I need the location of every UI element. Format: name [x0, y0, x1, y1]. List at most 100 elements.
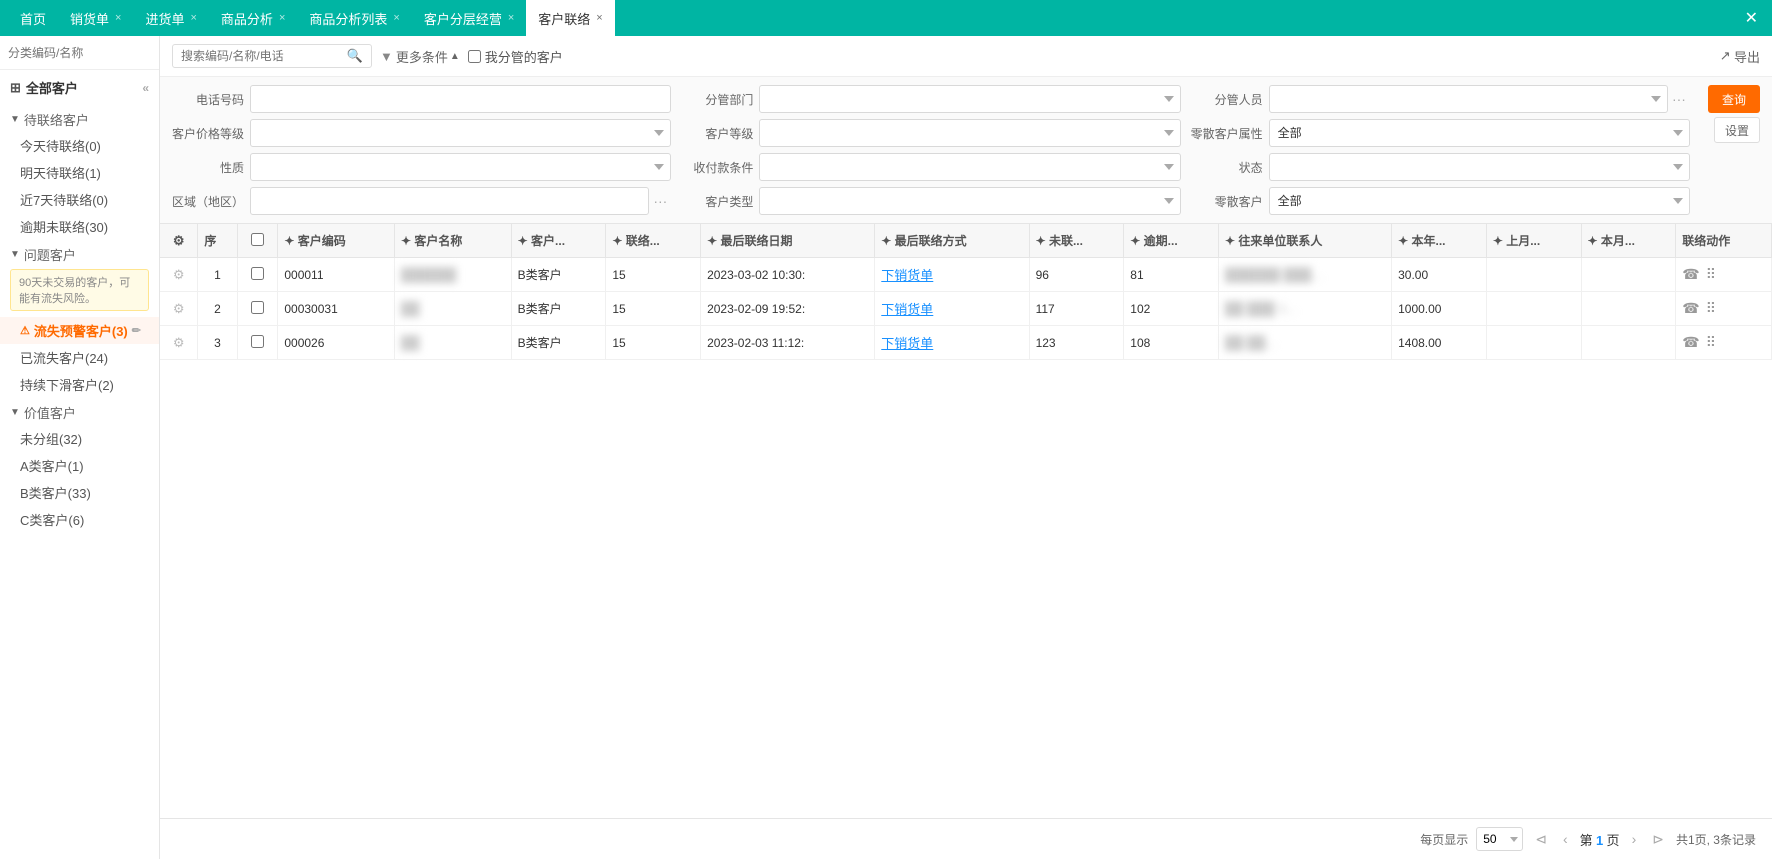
group-arrow-icon: ▼ [10, 249, 20, 260]
row-gear[interactable]: ⚙ [160, 292, 198, 326]
filter-nature: 性质 [172, 153, 671, 181]
close-tab-icon[interactable]: × [190, 12, 196, 24]
scatter-customer-select[interactable]: 全部 [1269, 187, 1690, 215]
my-customer-checkbox[interactable] [468, 50, 481, 63]
nature-select[interactable] [250, 153, 671, 181]
close-all-button[interactable]: ✕ [1739, 8, 1764, 28]
person-select[interactable] [1269, 85, 1668, 113]
row-gear[interactable]: ⚙ [160, 258, 198, 292]
close-tab-icon[interactable]: × [508, 12, 514, 24]
sidebar-item-2-0[interactable]: 未分组(32) [0, 425, 159, 452]
row-checkbox[interactable] [251, 267, 264, 280]
cell-last-method[interactable]: 下销货单 [875, 326, 1029, 360]
sidebar-item-2-3[interactable]: C类客户(6) [0, 506, 159, 533]
page-last-button[interactable]: ⊳ [1648, 829, 1668, 850]
person-dots-icon[interactable]: ··· [1668, 91, 1690, 107]
row-gear-icon[interactable]: ⚙ [173, 267, 185, 282]
nav-tab-商品分析列表[interactable]: 商品分析列表× [297, 0, 411, 36]
query-button[interactable]: 查询 [1708, 85, 1760, 113]
dept-select[interactable] [759, 85, 1180, 113]
status-label: 状态 [1191, 159, 1263, 176]
close-tab-icon[interactable]: × [596, 12, 602, 24]
region-input[interactable] [250, 187, 649, 215]
nav-tab-商品分析[interactable]: 商品分析× [209, 0, 297, 36]
nav-tab-首页[interactable]: 首页 [8, 0, 58, 36]
sidebar-item-2-1[interactable]: A类客户(1) [0, 452, 159, 479]
action-icons-group: ☎ ⠿ [1682, 334, 1765, 351]
phone-action-icon[interactable]: ☎ [1682, 300, 1699, 317]
sidebar-group-0[interactable]: ▼待联络客户 [0, 105, 159, 132]
row-gear[interactable]: ⚙ [160, 326, 198, 360]
gear-icon[interactable]: ⚙ [173, 233, 185, 248]
page-prev-button[interactable]: ‹ [1559, 829, 1572, 849]
filter-phone: 电话号码 [172, 85, 671, 113]
more-action-icon[interactable]: ⠿ [1706, 300, 1716, 317]
per-page-select[interactable]: 50100200 [1476, 827, 1523, 851]
group-arrow-icon: ▼ [10, 114, 20, 125]
nav-tab-客户联络[interactable]: 客户联络× [526, 0, 614, 36]
cell-action[interactable]: ☎ ⠿ [1676, 258, 1772, 292]
sidebar-group-1[interactable]: ▼问题客户 [0, 240, 159, 267]
sidebar-item-2-2[interactable]: B类客户(33) [0, 479, 159, 506]
close-tab-icon[interactable]: × [115, 12, 121, 24]
nav-tab-销货单[interactable]: 销货单× [58, 0, 133, 36]
close-tab-icon[interactable]: × [393, 12, 399, 24]
status-select[interactable] [1269, 153, 1690, 181]
nav-tab-客户分层经营[interactable]: 客户分层经营× [412, 0, 526, 36]
phone-action-icon[interactable]: ☎ [1682, 334, 1699, 351]
customer-type-select[interactable] [759, 187, 1180, 215]
sidebar-item-0-1[interactable]: 明天待联络(1) [0, 159, 159, 186]
search-input[interactable] [181, 49, 347, 63]
sidebar-search-input[interactable] [8, 46, 160, 60]
settings-button[interactable]: 设置 [1714, 117, 1760, 143]
sidebar-item-1-2[interactable]: 持续下滑客户(2) [0, 371, 159, 398]
row-checkbox[interactable] [251, 335, 264, 348]
cell-last-method[interactable]: 下销货单 [875, 292, 1029, 326]
customer-grade-select[interactable] [759, 119, 1180, 147]
cell-check[interactable] [237, 326, 278, 360]
row-gear-icon[interactable]: ⚙ [173, 335, 185, 350]
cell-last-method[interactable]: 下销货单 [875, 258, 1029, 292]
search-button[interactable]: 🔍 [347, 48, 363, 64]
column-header-thisMonth: ✦ 本月... [1581, 224, 1676, 258]
cell-action[interactable]: ☎ ⠿ [1676, 326, 1772, 360]
payment-select[interactable] [759, 153, 1180, 181]
last-method-link[interactable]: 下销货单 [881, 302, 933, 317]
row-checkbox[interactable] [251, 301, 264, 314]
filter-row-1: 电话号码 分管部门 分管人员 ··· [172, 85, 1690, 113]
sidebar-item-0-2[interactable]: 近7天待联络(0) [0, 186, 159, 213]
toolbar: 🔍 ▼ 更多条件 ▲ 我分管的客户 ↗ 导出 [160, 36, 1772, 77]
cell-action[interactable]: ☎ ⠿ [1676, 292, 1772, 326]
sidebar-collapse-icon[interactable]: « [142, 81, 149, 95]
last-method-link[interactable]: 下销货单 [881, 336, 933, 351]
price-grade-select[interactable] [250, 119, 671, 147]
column-settings[interactable]: ⚙ [160, 224, 198, 258]
filter-scatter-customer: 零散客户 全部 [1191, 187, 1690, 215]
cell-check[interactable] [237, 292, 278, 326]
my-customer-checkbox-label[interactable]: 我分管的客户 [468, 47, 563, 66]
phone-action-icon[interactable]: ☎ [1682, 266, 1699, 283]
cell-last-month [1486, 258, 1581, 292]
more-action-icon[interactable]: ⠿ [1706, 334, 1716, 351]
scatter-attr-select[interactable]: 全部 [1269, 119, 1690, 147]
sidebar-item-1-0[interactable]: ⚠流失预警客户(3)✏ [0, 317, 159, 344]
nav-tab-进货单[interactable]: 进货单× [133, 0, 208, 36]
sidebar-item-0-3[interactable]: 逾期未联络(30) [0, 213, 159, 240]
last-method-link[interactable]: 下销货单 [881, 268, 933, 283]
sidebar-item-1-1[interactable]: 已流失客户(24) [0, 344, 159, 371]
region-dots-icon[interactable]: ··· [649, 193, 671, 209]
select-all-checkbox[interactable] [251, 233, 264, 246]
export-button[interactable]: ↗ 导出 [1720, 47, 1760, 66]
column-header-check[interactable] [237, 224, 278, 258]
close-tab-icon[interactable]: × [279, 12, 285, 24]
cell-check[interactable] [237, 258, 278, 292]
sidebar-item-0-0[interactable]: 今天待联络(0) [0, 132, 159, 159]
page-next-button[interactable]: › [1628, 829, 1641, 849]
row-gear-icon[interactable]: ⚙ [173, 301, 185, 316]
more-action-icon[interactable]: ⠿ [1706, 266, 1716, 283]
sidebar-root-title[interactable]: ⊞ 全部客户 « [0, 70, 159, 105]
sidebar-group-2[interactable]: ▼价值客户 [0, 398, 159, 425]
more-conditions-button[interactable]: ▼ 更多条件 ▲ [380, 47, 460, 66]
phone-input[interactable] [250, 85, 671, 113]
page-first-button[interactable]: ⊲ [1531, 829, 1551, 850]
